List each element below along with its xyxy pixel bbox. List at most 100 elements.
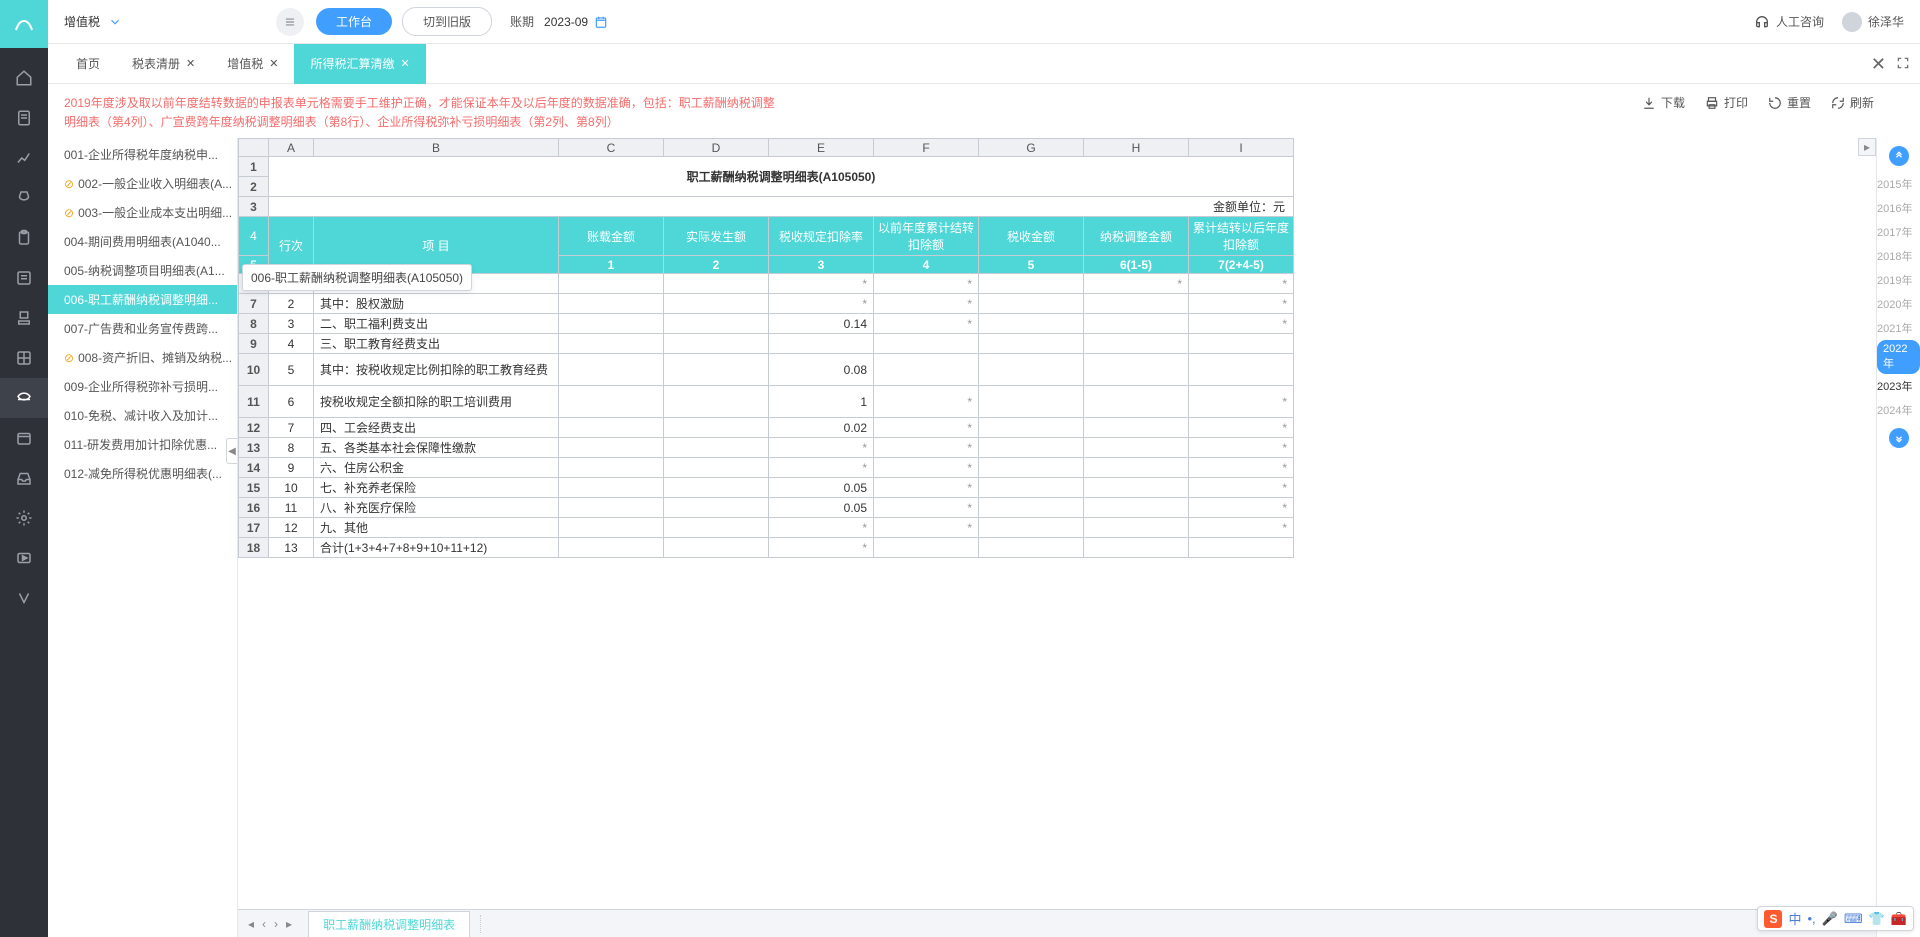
- cell[interactable]: [979, 458, 1084, 478]
- cell[interactable]: [1189, 458, 1294, 478]
- cell[interactable]: [559, 518, 664, 538]
- nav-archive-icon[interactable]: [0, 418, 48, 458]
- cell[interactable]: 五、各类基本社会保障性缴款: [314, 438, 559, 458]
- sheet-tab[interactable]: 职工薪酬纳税调整明细表: [308, 911, 470, 937]
- cell[interactable]: [1189, 354, 1294, 386]
- cell[interactable]: [664, 314, 769, 334]
- cell[interactable]: [559, 386, 664, 418]
- cell[interactable]: [1189, 478, 1294, 498]
- cell[interactable]: [769, 334, 874, 354]
- cell[interactable]: 10: [269, 478, 314, 498]
- nav-chart-icon[interactable]: [0, 138, 48, 178]
- cell[interactable]: [1084, 518, 1189, 538]
- tab-2[interactable]: 增值税✕: [211, 44, 294, 84]
- cell[interactable]: 0.05: [769, 478, 874, 498]
- nav-video-icon[interactable]: [0, 538, 48, 578]
- cell[interactable]: [1189, 294, 1294, 314]
- cell[interactable]: [1084, 274, 1189, 294]
- cell[interactable]: 9: [269, 458, 314, 478]
- refresh-button[interactable]: 刷新: [1831, 94, 1874, 111]
- cell[interactable]: 0.08: [769, 354, 874, 386]
- cell[interactable]: [1084, 386, 1189, 418]
- cell[interactable]: [1189, 538, 1294, 558]
- cell[interactable]: [769, 538, 874, 558]
- print-button[interactable]: 打印: [1705, 94, 1748, 111]
- cell[interactable]: 合计(1+3+4+7+8+9+10+11+12): [314, 538, 559, 558]
- cell[interactable]: 其中：按税收规定比例扣除的职工教育经费: [314, 354, 559, 386]
- cell[interactable]: [979, 478, 1084, 498]
- cell[interactable]: 8: [269, 438, 314, 458]
- cell[interactable]: [769, 438, 874, 458]
- cell[interactable]: [769, 294, 874, 314]
- reset-button[interactable]: 重置: [1768, 94, 1811, 111]
- col-B[interactable]: B: [314, 139, 559, 157]
- cell[interactable]: [769, 518, 874, 538]
- cell[interactable]: [979, 518, 1084, 538]
- cell[interactable]: [664, 274, 769, 294]
- cell[interactable]: 6: [269, 386, 314, 418]
- support-button[interactable]: 人工咨询: [1754, 13, 1824, 30]
- list-button[interactable]: [276, 8, 304, 36]
- tab-close-icon[interactable]: ✕: [269, 57, 278, 70]
- cell[interactable]: [559, 498, 664, 518]
- cell[interactable]: 0.14: [769, 314, 874, 334]
- cell[interactable]: 1: [769, 386, 874, 418]
- ime-toolbox-icon[interactable]: 🧰: [1891, 911, 1907, 927]
- form-item-3[interactable]: 004-期间费用明细表(A1040...: [48, 227, 237, 256]
- nav-v-icon[interactable]: [0, 578, 48, 618]
- cell[interactable]: [979, 538, 1084, 558]
- cell[interactable]: 0.05: [769, 498, 874, 518]
- cell[interactable]: [664, 458, 769, 478]
- cell[interactable]: [664, 354, 769, 386]
- cell[interactable]: 其中：股权激励: [314, 294, 559, 314]
- nav-clipboard-icon[interactable]: [0, 218, 48, 258]
- cell[interactable]: [664, 334, 769, 354]
- ime-lang[interactable]: 中: [1788, 909, 1801, 928]
- cell[interactable]: [664, 498, 769, 518]
- cell[interactable]: 3: [269, 314, 314, 334]
- cell[interactable]: [874, 518, 979, 538]
- cell[interactable]: [874, 418, 979, 438]
- cell[interactable]: [979, 438, 1084, 458]
- ime-skin-icon[interactable]: 👕: [1869, 911, 1885, 927]
- cell[interactable]: [874, 386, 979, 418]
- col-D[interactable]: D: [664, 139, 769, 157]
- form-item-7[interactable]: ⊘008-资产折旧、摊销及纳税...: [48, 343, 237, 372]
- form-item-2[interactable]: ⊘003-一般企业成本支出明细...: [48, 198, 237, 227]
- col-I[interactable]: I: [1189, 139, 1294, 157]
- col-F[interactable]: F: [874, 139, 979, 157]
- cell[interactable]: [1084, 458, 1189, 478]
- cell[interactable]: [1084, 538, 1189, 558]
- collapse-handle[interactable]: ◀: [226, 438, 238, 464]
- cell[interactable]: [559, 418, 664, 438]
- nav-report-icon[interactable]: [0, 98, 48, 138]
- cell[interactable]: 七、补充养老保险: [314, 478, 559, 498]
- cell[interactable]: [559, 314, 664, 334]
- nav-home-icon[interactable]: [0, 58, 48, 98]
- switch-old-button[interactable]: 切到旧版: [402, 7, 492, 36]
- cell[interactable]: [979, 386, 1084, 418]
- sheet-nav-prev[interactable]: ‹: [260, 917, 268, 931]
- cell[interactable]: [979, 498, 1084, 518]
- nav-money-icon[interactable]: [0, 178, 48, 218]
- cell[interactable]: 按税收规定全额扣除的职工培训费用: [314, 386, 559, 418]
- cell[interactable]: [664, 518, 769, 538]
- cell[interactable]: [874, 274, 979, 294]
- expand-icon[interactable]: ▸: [1858, 138, 1876, 156]
- cell[interactable]: [1189, 274, 1294, 294]
- cell[interactable]: [979, 334, 1084, 354]
- fullscreen-icon[interactable]: [1896, 56, 1910, 70]
- cell[interactable]: [1189, 334, 1294, 354]
- cell[interactable]: 2: [269, 294, 314, 314]
- ime-punct-icon[interactable]: •,: [1808, 911, 1816, 926]
- form-item-6[interactable]: 007-广告费和业务宣传费跨...: [48, 314, 237, 343]
- cell[interactable]: [1084, 294, 1189, 314]
- period-picker[interactable]: 2023-09: [544, 15, 608, 29]
- col-H[interactable]: H: [1084, 139, 1189, 157]
- cell[interactable]: [664, 538, 769, 558]
- cell[interactable]: [874, 458, 979, 478]
- ime-mic-icon[interactable]: 🎤: [1822, 911, 1838, 927]
- cell[interactable]: 三、职工教育经费支出: [314, 334, 559, 354]
- nav-grid-icon[interactable]: [0, 338, 48, 378]
- cell[interactable]: 11: [269, 498, 314, 518]
